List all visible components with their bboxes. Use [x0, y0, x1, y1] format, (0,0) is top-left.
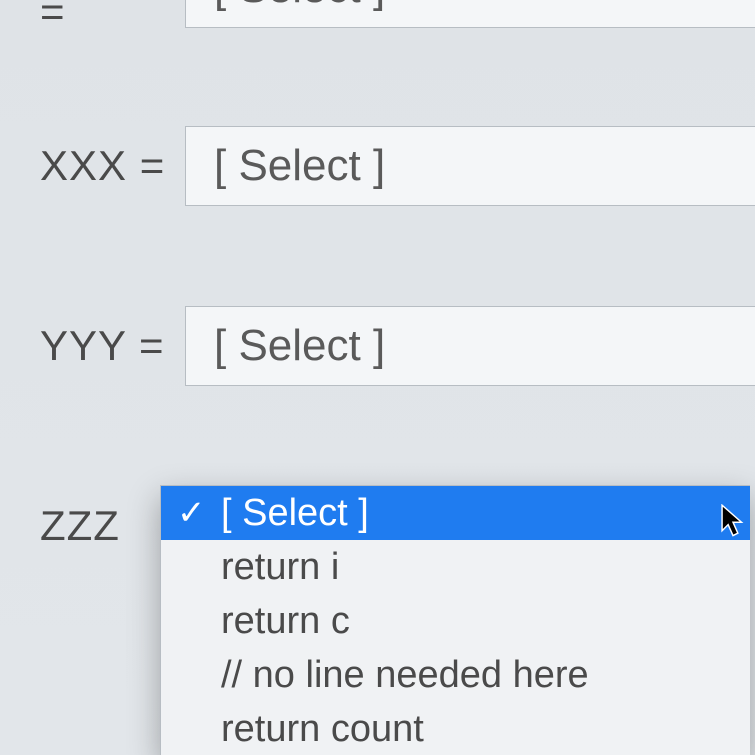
row-www: WWW = [ Select ]	[40, 0, 755, 36]
dropdown-option-label: return c	[221, 600, 350, 643]
dropdown-option-label: return i	[221, 546, 339, 589]
dropdown-option-label: [ Select ]	[221, 492, 369, 535]
select-www[interactable]: [ Select ]	[185, 0, 755, 28]
select-www-value: [ Select ]	[214, 0, 385, 13]
dropdown-option-return-i[interactable]: return i	[161, 540, 750, 594]
dropdown-option-no-line[interactable]: // no line needed here	[161, 648, 750, 702]
row-yyy: YYY = [ Select ]	[40, 306, 755, 386]
row-xxx: XXX = [ Select ]	[40, 126, 755, 206]
dropdown-option-select[interactable]: ✓ [ Select ]	[161, 486, 750, 540]
check-icon: ✓	[177, 493, 206, 533]
dropdown-option-return-count[interactable]: return count	[161, 702, 750, 755]
dropdown-option-label: // no line needed here	[221, 654, 589, 697]
dropdown-option-return-c[interactable]: return c	[161, 594, 750, 648]
dropdown-zzz[interactable]: ✓ [ Select ] return i return c // no lin…	[160, 485, 750, 755]
select-xxx[interactable]: [ Select ]	[185, 126, 755, 206]
label-xxx: XXX =	[40, 142, 185, 190]
label-zzz: ZZZ	[40, 502, 158, 550]
label-yyy: YYY =	[40, 322, 185, 370]
dropdown-option-label: return count	[221, 708, 424, 751]
label-www: WWW =	[40, 0, 185, 36]
select-xxx-value: [ Select ]	[214, 141, 385, 191]
select-yyy-value: [ Select ]	[214, 321, 385, 371]
select-yyy[interactable]: [ Select ]	[185, 306, 755, 386]
